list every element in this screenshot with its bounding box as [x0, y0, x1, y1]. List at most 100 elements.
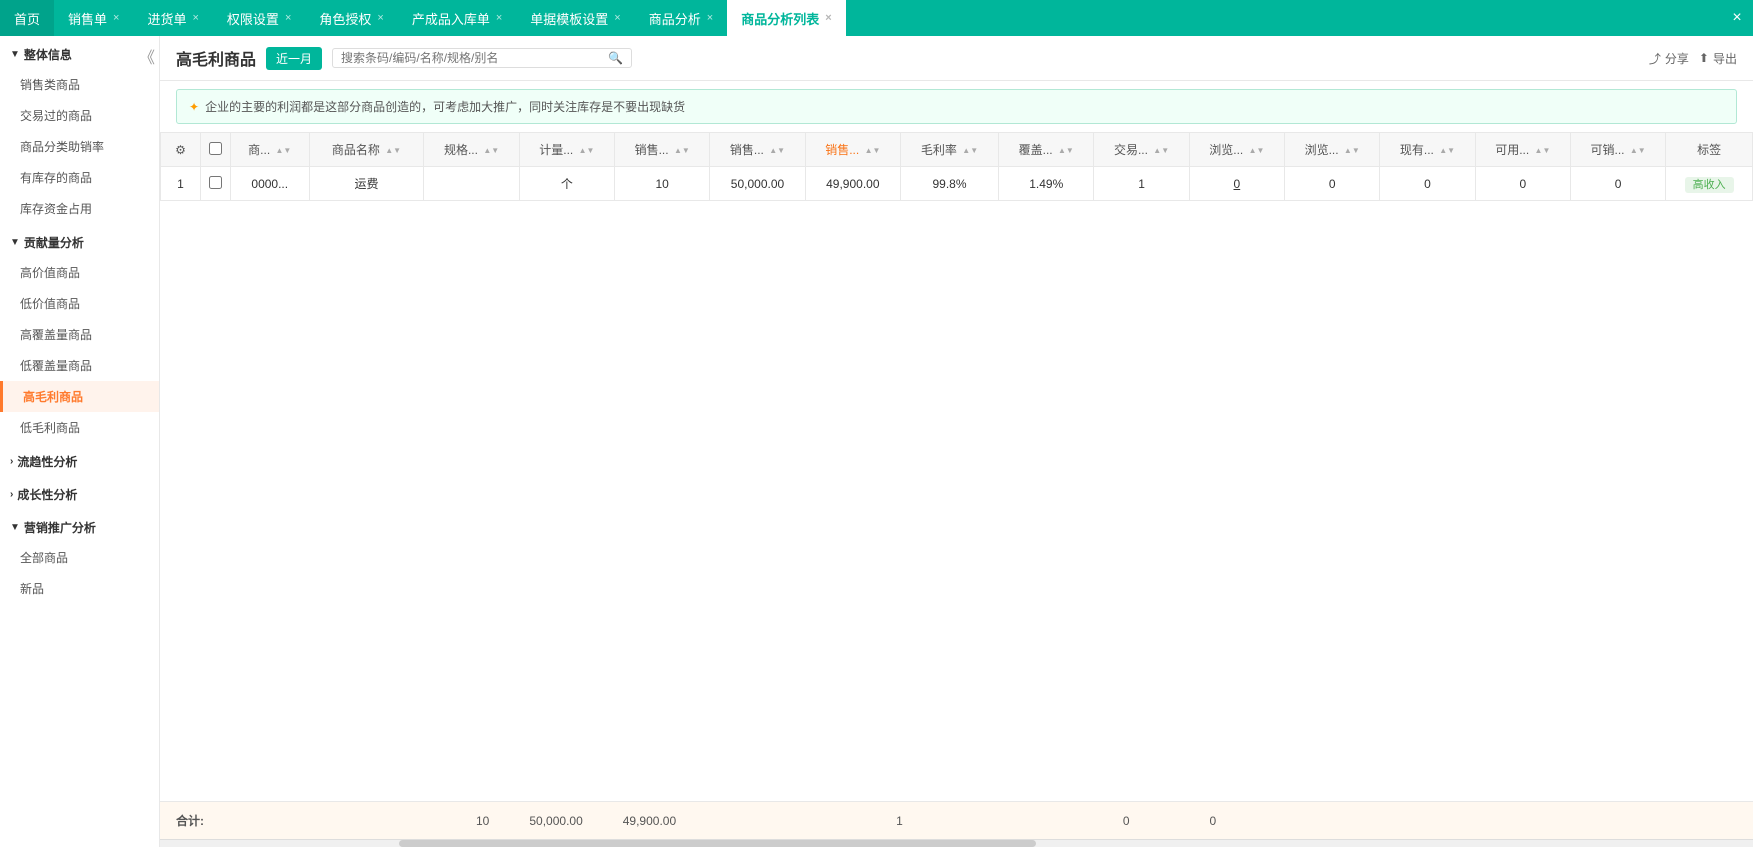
- col-gross-rate[interactable]: 毛利率 ▲▼: [900, 133, 998, 167]
- col-browse1[interactable]: 浏览... ▲▼: [1189, 133, 1284, 167]
- sidebar-item-traded-goods[interactable]: 交易过的商品: [0, 100, 159, 131]
- footer-available: 0: [1210, 814, 1217, 828]
- sidebar-item-low-value[interactable]: 低价值商品: [0, 288, 159, 319]
- table-row: 1 0000... 运费 个 10 50,000.00 49,900.00 99…: [161, 167, 1753, 201]
- col-current-sort[interactable]: ▲▼: [1439, 146, 1455, 155]
- sidebar-item-low-margin[interactable]: 低毛利商品: [0, 412, 159, 443]
- row-sales3: 49,900.00: [805, 167, 900, 201]
- col-trade[interactable]: 交易... ▲▼: [1094, 133, 1189, 167]
- sidebar-group-growth[interactable]: › 成长性分析: [0, 476, 159, 509]
- sidebar-group-marketing[interactable]: ▼ 营销推广分析: [0, 509, 159, 542]
- nav-product-inbound-close[interactable]: ×: [496, 12, 502, 24]
- nav-purchase-order[interactable]: 进货单 ×: [133, 0, 212, 36]
- col-code[interactable]: 商... ▲▼: [231, 133, 310, 167]
- page-title: 高毛利商品: [176, 46, 256, 70]
- col-saleable-sort[interactable]: ▲▼: [1630, 146, 1646, 155]
- sidebar-item-stock-capital[interactable]: 库存资金占用: [0, 193, 159, 224]
- col-seq: ⚙: [161, 133, 201, 167]
- top-navigation: 首页 销售单 × 进货单 × 权限设置 × 角色授权 × 产成品入库单 × 单据…: [0, 0, 1753, 36]
- sidebar-group-overall[interactable]: ▼ 整体信息: [0, 36, 159, 69]
- sidebar-group-marketing-arrow: ▼: [10, 522, 20, 533]
- row-name: 运费: [309, 167, 424, 201]
- row-seq: 1: [161, 167, 201, 201]
- select-all-checkbox[interactable]: [209, 142, 222, 155]
- sidebar-item-high-margin[interactable]: 高毛利商品: [0, 381, 159, 412]
- search-input[interactable]: [341, 51, 604, 65]
- nav-product-analysis-list[interactable]: 商品分析列表 ×: [727, 0, 845, 36]
- col-sales3[interactable]: 销售... ▲▼: [805, 133, 900, 167]
- nav-template-close[interactable]: ×: [614, 12, 620, 24]
- row-spec: [424, 167, 519, 201]
- sidebar-item-sales-goods[interactable]: 销售类商品: [0, 69, 159, 100]
- sidebar-collapse-button[interactable]: 《: [139, 44, 155, 68]
- sidebar-group-trend[interactable]: › 流趋性分析: [0, 443, 159, 476]
- col-sales3-sort[interactable]: ▲▼: [865, 146, 881, 155]
- row-browse1-link[interactable]: 0: [1234, 177, 1241, 191]
- nav-product-analysis-close[interactable]: ×: [707, 12, 713, 24]
- time-filter-button[interactable]: 近一月: [266, 47, 322, 70]
- nav-template-settings[interactable]: 单据模板设置 ×: [516, 0, 634, 36]
- scrollbar-thumb[interactable]: [399, 840, 1036, 847]
- col-browse2-sort[interactable]: ▲▼: [1344, 146, 1360, 155]
- sidebar-item-high-coverage[interactable]: 高覆盖量商品: [0, 319, 159, 350]
- nav-purchase-order-close[interactable]: ×: [192, 12, 198, 24]
- table-container: ⚙ 商... ▲▼ 商品名称 ▲▼: [160, 132, 1753, 801]
- col-sales1-sort[interactable]: ▲▼: [674, 146, 690, 155]
- info-banner: ✦ 企业的主要的利润都是这部分商品创造的，可考虑加大推广，同时关注库存是不要出现…: [176, 89, 1737, 124]
- col-unit-sort[interactable]: ▲▼: [579, 146, 595, 155]
- nav-product-analysis-list-close[interactable]: ×: [825, 12, 831, 24]
- col-browse2[interactable]: 浏览... ▲▼: [1285, 133, 1380, 167]
- row-code[interactable]: 0000...: [231, 167, 310, 201]
- share-button[interactable]: ⤴ 分享: [1649, 50, 1689, 67]
- col-saleable[interactable]: 可销... ▲▼: [1570, 133, 1665, 167]
- export-button[interactable]: ⬆ 导出: [1699, 50, 1737, 67]
- col-gross-rate-sort[interactable]: ▲▼: [962, 146, 978, 155]
- col-name-sort[interactable]: ▲▼: [385, 146, 401, 155]
- header-actions: ⤴ 分享 ⬆ 导出: [1649, 50, 1737, 67]
- col-sales2-sort[interactable]: ▲▼: [769, 146, 785, 155]
- nav-role-auth[interactable]: 角色授权 ×: [305, 0, 397, 36]
- col-available[interactable]: 可用... ▲▼: [1475, 133, 1570, 167]
- row-gross-rate: 99.8%: [900, 167, 998, 201]
- search-box: 🔍: [332, 48, 632, 68]
- horizontal-scrollbar[interactable]: [160, 839, 1753, 847]
- footer-total: 合计: 10 50,000.00 49,900.00 1 0 0: [160, 801, 1753, 839]
- col-available-sort[interactable]: ▲▼: [1535, 146, 1551, 155]
- row-select-checkbox[interactable]: [209, 176, 222, 189]
- row-browse1[interactable]: 0: [1189, 167, 1284, 201]
- nav-close-all-button[interactable]: ×: [1721, 0, 1753, 36]
- col-name[interactable]: 商品名称 ▲▼: [309, 133, 424, 167]
- col-current[interactable]: 现有... ▲▼: [1380, 133, 1475, 167]
- tag-badge: 高收入: [1685, 177, 1734, 193]
- col-code-sort[interactable]: ▲▼: [276, 146, 292, 155]
- sidebar-item-all-goods[interactable]: 全部商品: [0, 542, 159, 573]
- nav-home[interactable]: 首页: [0, 0, 54, 36]
- nav-sales-order-close[interactable]: ×: [113, 12, 119, 24]
- col-browse1-sort[interactable]: ▲▼: [1249, 146, 1265, 155]
- col-coverage[interactable]: 覆盖... ▲▼: [999, 133, 1094, 167]
- col-tag[interactable]: 标签: [1666, 133, 1753, 167]
- settings-icon[interactable]: ⚙: [175, 143, 186, 157]
- sidebar-item-stocked-goods[interactable]: 有库存的商品: [0, 162, 159, 193]
- nav-sales-order[interactable]: 销售单 ×: [54, 0, 133, 36]
- sidebar-item-low-coverage[interactable]: 低覆盖量商品: [0, 350, 159, 381]
- col-spec[interactable]: 规格... ▲▼: [424, 133, 519, 167]
- sidebar-item-new-goods[interactable]: 新品: [0, 573, 159, 604]
- nav-permission-close[interactable]: ×: [285, 12, 291, 24]
- col-sales2[interactable]: 销售... ▲▼: [710, 133, 805, 167]
- nav-product-analysis[interactable]: 商品分析 ×: [635, 0, 727, 36]
- sidebar-item-high-value[interactable]: 高价值商品: [0, 257, 159, 288]
- sidebar-group-contribution[interactable]: ▼ 贡献量分析: [0, 224, 159, 257]
- col-spec-sort[interactable]: ▲▼: [483, 146, 499, 155]
- nav-role-auth-close[interactable]: ×: [377, 12, 383, 24]
- col-unit[interactable]: 计量... ▲▼: [519, 133, 614, 167]
- nav-permission-settings[interactable]: 权限设置 ×: [213, 0, 305, 36]
- col-checkbox: [201, 133, 231, 167]
- col-sales1[interactable]: 销售... ▲▼: [615, 133, 710, 167]
- main-layout: 《 ▼ 整体信息 销售类商品 交易过的商品 商品分类助销率 有库存的商品 库存资…: [0, 36, 1753, 847]
- col-coverage-sort[interactable]: ▲▼: [1058, 146, 1074, 155]
- sidebar-item-category-rate[interactable]: 商品分类助销率: [0, 131, 159, 162]
- nav-product-inbound[interactable]: 产成品入库单 ×: [398, 0, 516, 36]
- search-icon[interactable]: 🔍: [608, 51, 623, 65]
- col-trade-sort[interactable]: ▲▼: [1153, 146, 1169, 155]
